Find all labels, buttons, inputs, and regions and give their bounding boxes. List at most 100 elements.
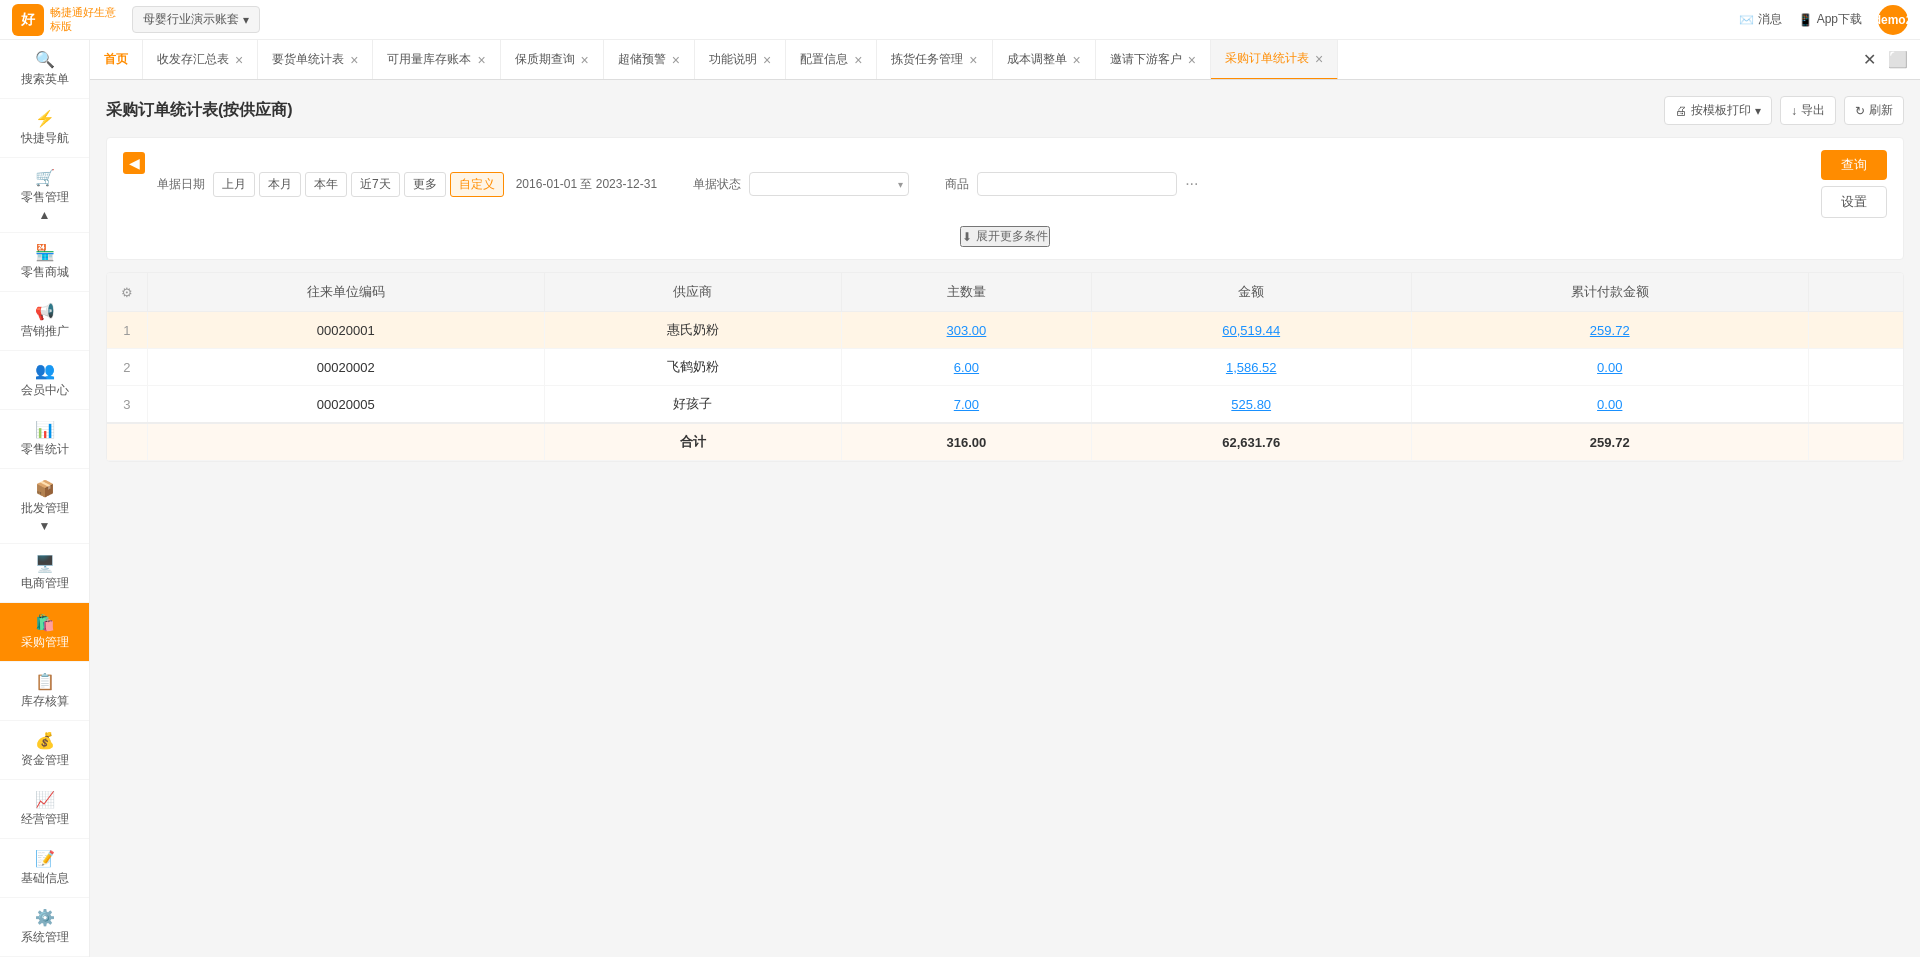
tab-close-icon[interactable]: × [581, 53, 589, 67]
message-btn[interactable]: ✉️ 消息 [1739, 11, 1782, 28]
tab-validity-label: 保质期查询 [515, 51, 575, 68]
page-title: 采购订单统计表(按供应商) [106, 100, 293, 121]
row-qty[interactable]: 7.00 [842, 386, 1092, 424]
last-7days-btn[interactable]: 近7天 [351, 172, 400, 197]
sidebar-item-quick-nav[interactable]: ⚡ 快捷导航 [0, 99, 89, 158]
row-amount[interactable]: 60,519.44 [1091, 312, 1411, 349]
sidebar-item-inventory[interactable]: 📋 库存核算 [0, 662, 89, 721]
row-qty[interactable]: 6.00 [842, 349, 1092, 386]
table-header-row: ⚙ 往来单位编码 供应商 主数量 金额 累计付款金额 [107, 273, 1903, 312]
query-btn[interactable]: 查询 [1821, 150, 1887, 180]
row-extra [1808, 349, 1903, 386]
top-bar: 好 畅捷通好生意 标版 母婴行业演示账套 ▾ ✉️ 消息 📱 App下载 dem… [0, 0, 1920, 40]
last-month-btn[interactable]: 上月 [213, 172, 255, 197]
tab-picking-task[interactable]: 拣货任务管理 × [877, 40, 992, 80]
sidebar-item-label: 采购管理 [21, 634, 69, 651]
refresh-label: 刷新 [1869, 102, 1893, 119]
col-settings-icon[interactable]: ⚙ [121, 285, 133, 300]
sidebar-item-members[interactable]: 👥 会员中心 [0, 351, 89, 410]
workspace-selector[interactable]: 母婴行业演示账套 ▾ [132, 6, 260, 33]
marketing-icon: 📢 [35, 302, 55, 321]
tab-close-icon[interactable]: × [1315, 52, 1323, 66]
row-num: 3 [107, 386, 147, 424]
row-paid[interactable]: 259.72 [1411, 312, 1808, 349]
filter-panel: ◀ 单据日期 上月 本月 本年 近7天 更多 [106, 137, 1904, 260]
filter-collapse-btn[interactable]: ◀ [123, 152, 145, 174]
tab-close-icon[interactable]: × [1188, 53, 1196, 67]
row-amount[interactable]: 1,586.52 [1091, 349, 1411, 386]
sidebar-item-ecommerce[interactable]: 🖥️ 电商管理 [0, 544, 89, 603]
tab-validity-query[interactable]: 保质期查询 × [501, 40, 604, 80]
tab-close-icon[interactable]: × [854, 53, 862, 67]
tab-function-desc[interactable]: 功能说明 × [695, 40, 786, 80]
sidebar-item-purchase-mgmt[interactable]: 🛍️ 采购管理 [0, 603, 89, 662]
sidebar-item-retail-mall[interactable]: 🏪 零售商城 [0, 233, 89, 292]
export-icon: ↓ [1791, 104, 1797, 118]
sidebar-item-operations[interactable]: 📈 经营管理 [0, 780, 89, 839]
row-paid[interactable]: 0.00 [1411, 349, 1808, 386]
sidebar-item-search[interactable]: 🔍 搜索英单 [0, 40, 89, 99]
tab-purchase-order-summary[interactable]: 采购订单统计表 × [1211, 40, 1338, 80]
refresh-btn[interactable]: ↻ 刷新 [1844, 96, 1904, 125]
sidebar-item-label: 系统管理 [21, 929, 69, 946]
tab-close-icon[interactable]: × [1073, 53, 1081, 67]
more-options-icon[interactable]: ··· [1185, 175, 1198, 193]
tab-overstock-warning[interactable]: 超储预警 × [604, 40, 695, 80]
tab-home[interactable]: 首页 [90, 40, 143, 80]
retail-stats-icon: 📊 [35, 420, 55, 439]
settings-btn[interactable]: 设置 [1821, 186, 1887, 218]
tab-picking-label: 拣货任务管理 [891, 51, 963, 68]
sidebar-item-label: 批发管理 [21, 500, 69, 517]
tab-close-icon[interactable]: × [477, 53, 485, 67]
app-download-btn[interactable]: 📱 App下载 [1798, 11, 1862, 28]
goods-input[interactable] [977, 172, 1177, 196]
tab-available-inventory[interactable]: 可用量库存账本 × [373, 40, 500, 80]
row-amount[interactable]: 525.80 [1091, 386, 1411, 424]
row-qty[interactable]: 303.00 [842, 312, 1092, 349]
main-layout: 🔍 搜索英单 ⚡ 快捷导航 🛒 零售管理 ▲ 🏪 零售商城 📢 营销推广 👥 会… [0, 40, 1920, 957]
sidebar-item-marketing[interactable]: 📢 营销推广 [0, 292, 89, 351]
footer-extra [1808, 423, 1903, 461]
sidebar-item-label: 基础信息 [21, 870, 69, 887]
tab-invite-downstream[interactable]: 邀请下游客户 × [1096, 40, 1211, 80]
sidebar-item-retail-stats[interactable]: 📊 零售统计 [0, 410, 89, 469]
date-range-item: 2016-01-01 至 2023-12-31 [516, 176, 657, 193]
template-print-btn[interactable]: 🖨 按模板打印 ▾ [1664, 96, 1772, 125]
expand-more-btn[interactable]: ⬇ 展开更多条件 [960, 226, 1050, 247]
avatar[interactable]: demo2 [1878, 5, 1908, 35]
tab-close-icon[interactable]: × [235, 53, 243, 67]
app-download-label: App下载 [1817, 11, 1862, 28]
maximize-btn[interactable]: ⬜ [1884, 48, 1912, 71]
status-select[interactable] [749, 172, 909, 196]
sidebar-item-label: 零售统计 [21, 441, 69, 458]
tab-close-icon[interactable]: × [969, 53, 977, 67]
sidebar-item-retail-mgmt[interactable]: 🛒 零售管理 ▲ [0, 158, 89, 233]
row-paid[interactable]: 0.00 [1411, 386, 1808, 424]
sidebar-item-system[interactable]: ⚙️ 系统管理 [0, 898, 89, 957]
inventory-icon: 📋 [35, 672, 55, 691]
tab-close-icon[interactable]: × [672, 53, 680, 67]
tab-config-info[interactable]: 配置信息 × [786, 40, 877, 80]
custom-date-tag[interactable]: 自定义 [450, 172, 504, 197]
close-all-tabs-btn[interactable]: ✕ [1859, 48, 1880, 71]
status-select-wrapper [749, 172, 909, 196]
tab-function-label: 功能说明 [709, 51, 757, 68]
tab-close-icon[interactable]: × [763, 53, 771, 67]
filter-row-1: 单据日期 上月 本月 本年 近7天 更多 自定义 [157, 150, 1887, 218]
row-extra [1808, 386, 1903, 424]
tab-cost-adjust[interactable]: 成本调整单 × [993, 40, 1096, 80]
export-btn[interactable]: ↓ 导出 [1780, 96, 1836, 125]
tab-receive-summary[interactable]: 收发存汇总表 × [143, 40, 258, 80]
this-year-btn[interactable]: 本年 [305, 172, 347, 197]
this-month-btn[interactable]: 本月 [259, 172, 301, 197]
sidebar-item-basic-info[interactable]: 📝 基础信息 [0, 839, 89, 898]
collapse-arrow-icon: ▼ [39, 519, 51, 533]
tab-close-icon[interactable]: × [350, 53, 358, 67]
tab-available-inventory-label: 可用量库存账本 [387, 51, 471, 68]
filter-more-row: ⬇ 展开更多条件 [123, 226, 1887, 247]
tab-purchase-summary[interactable]: 要货单统计表 × [258, 40, 373, 80]
sidebar-item-finance[interactable]: 💰 资金管理 [0, 721, 89, 780]
tab-bar-actions: ✕ ⬜ [1851, 48, 1920, 71]
more-date-btn[interactable]: 更多 [404, 172, 446, 197]
sidebar-item-wholesale-mgmt[interactable]: 📦 批发管理 ▼ [0, 469, 89, 544]
